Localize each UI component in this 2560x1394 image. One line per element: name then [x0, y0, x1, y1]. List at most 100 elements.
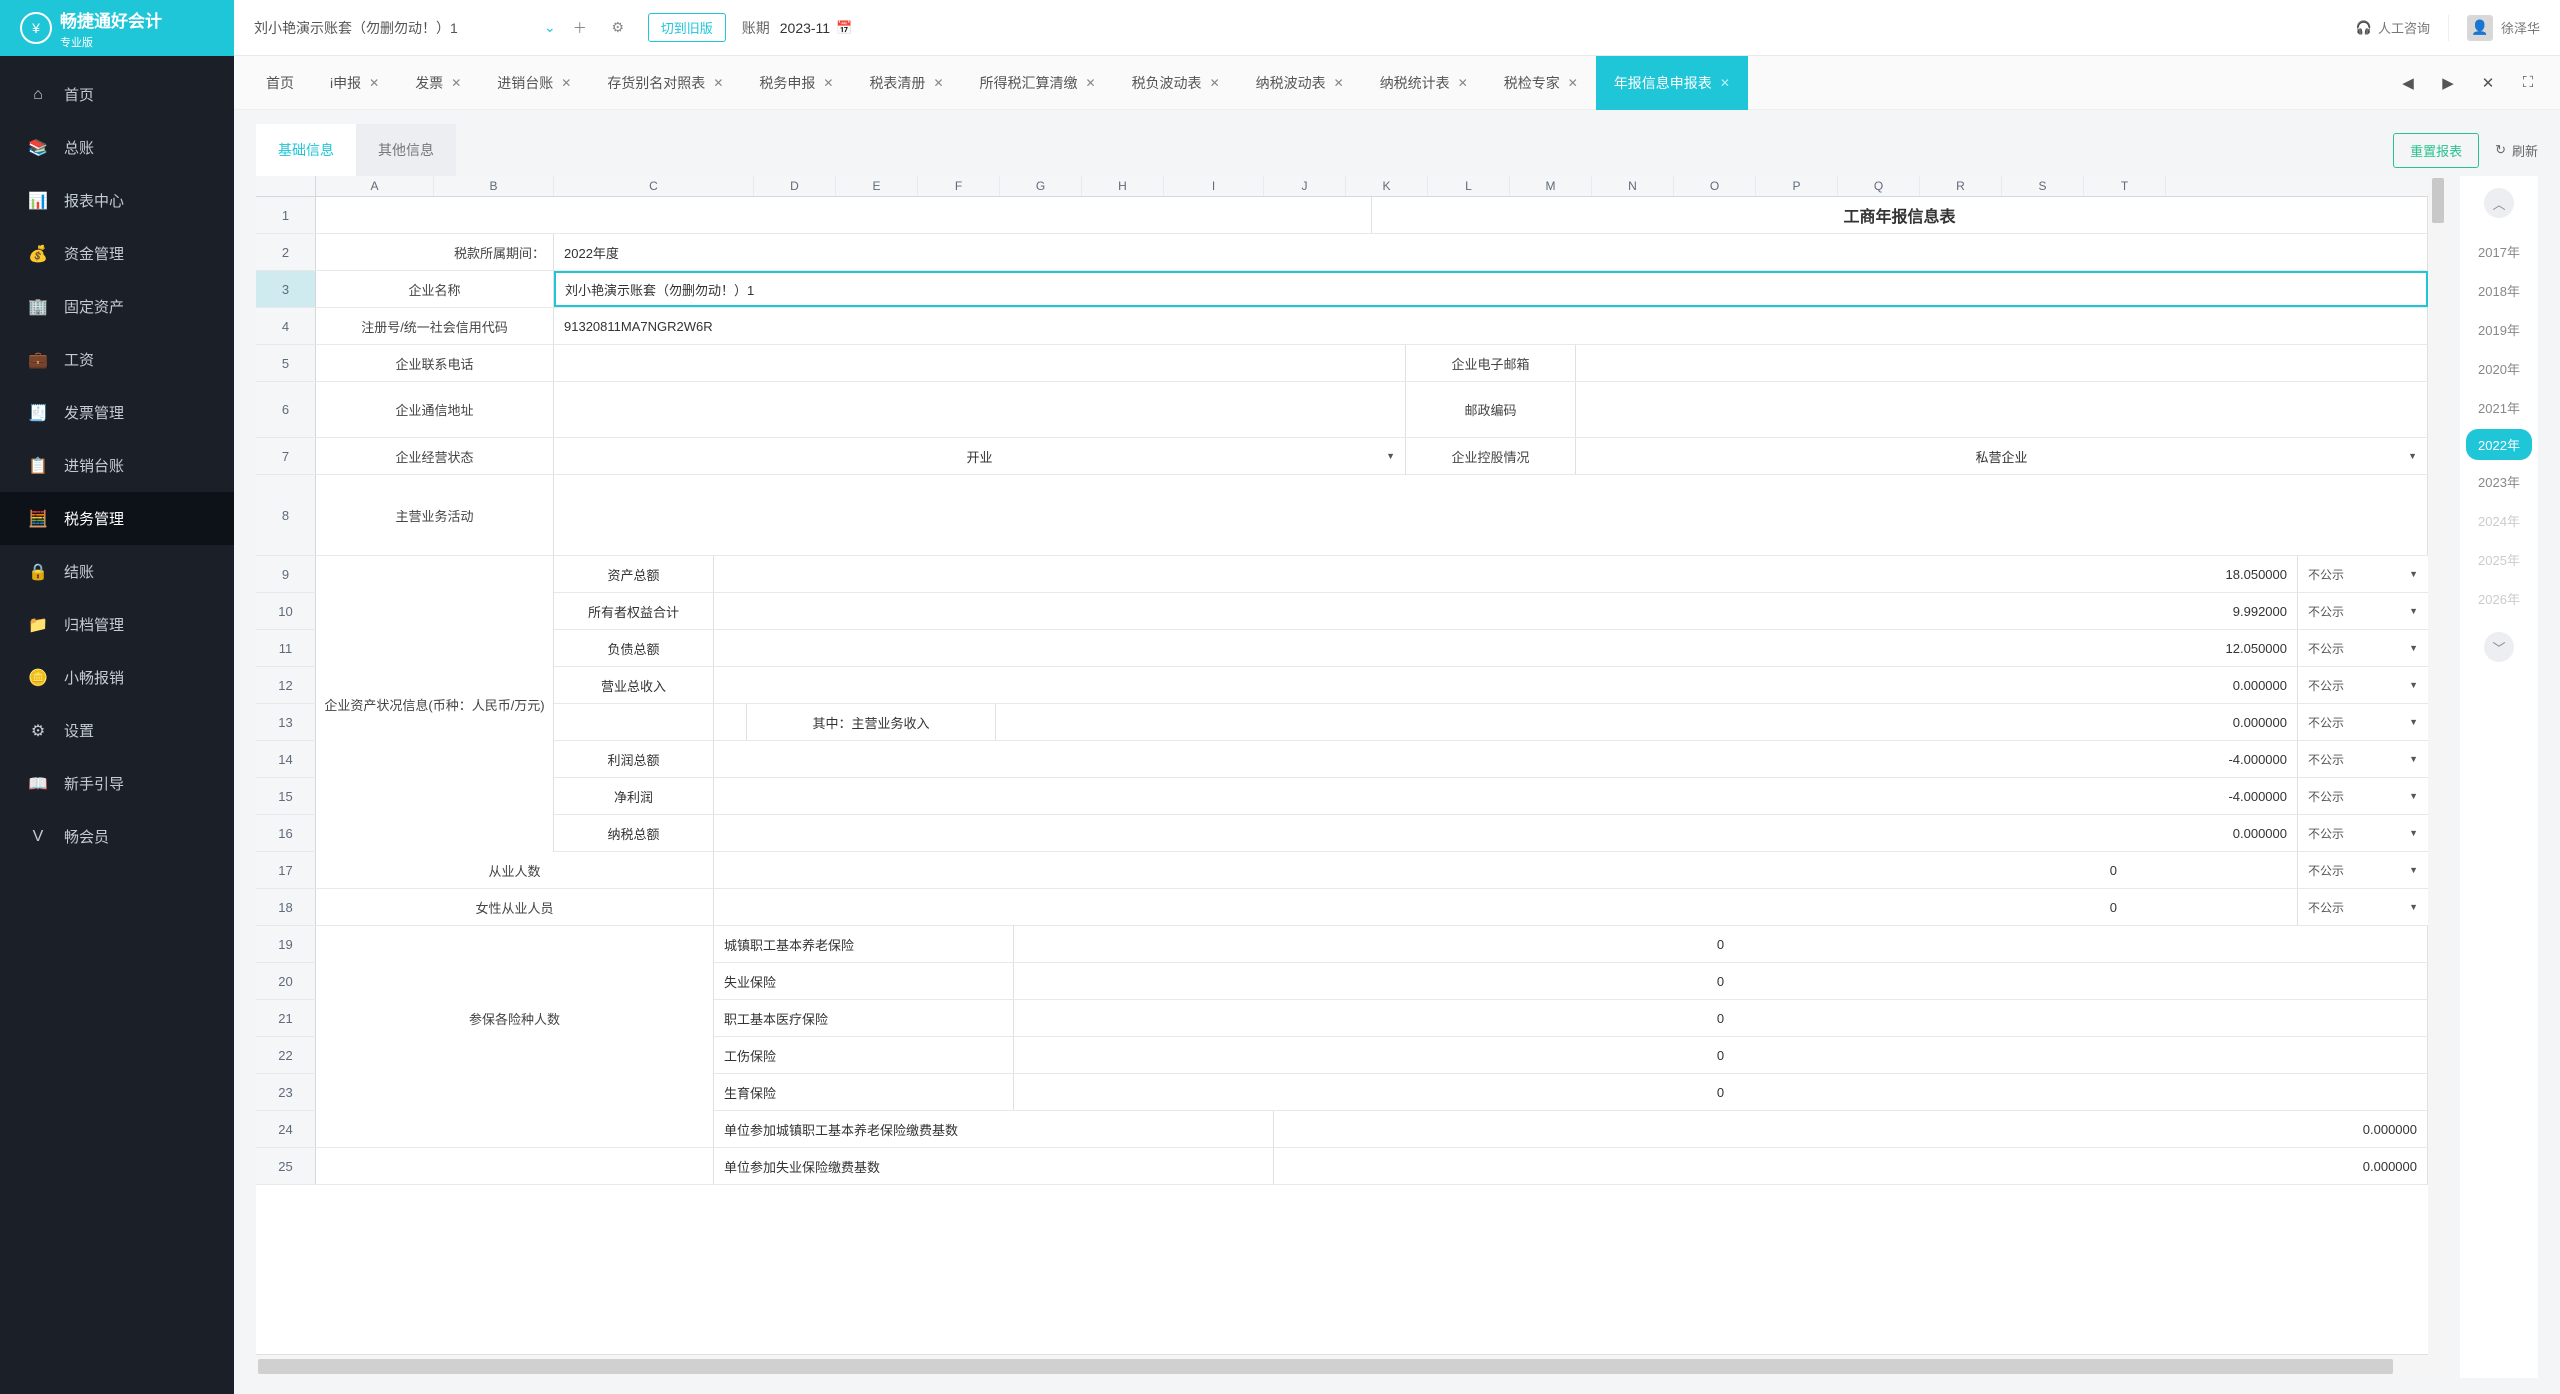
gear-icon[interactable]: ⚙: [604, 14, 632, 42]
switch-old-version-button[interactable]: 切到旧版: [648, 13, 726, 42]
row-number[interactable]: 22: [256, 1037, 316, 1073]
value-cell[interactable]: 0: [1014, 1000, 2428, 1036]
close-icon[interactable]: ✕: [1720, 76, 1730, 90]
sidebar-item[interactable]: 💰资金管理: [0, 227, 234, 280]
row-number[interactable]: 21: [256, 1000, 316, 1036]
row-number[interactable]: 12: [256, 667, 316, 703]
year-option[interactable]: 2023年: [2466, 464, 2532, 499]
row-number[interactable]: 15: [256, 778, 316, 814]
scrollbar-thumb[interactable]: [2432, 178, 2444, 223]
year-option[interactable]: 2020年: [2466, 351, 2532, 386]
column-header[interactable]: C: [554, 176, 754, 196]
row-number[interactable]: 6: [256, 382, 316, 437]
value-cell[interactable]: 18.050000: [714, 556, 2298, 592]
column-header[interactable]: M: [1510, 176, 1592, 196]
value-cell[interactable]: 0: [1014, 926, 2428, 962]
value-cell[interactable]: 0.000000: [714, 815, 2298, 851]
row-number[interactable]: 25: [256, 1148, 316, 1184]
holding-dropdown[interactable]: 私营企业▼: [1576, 438, 2428, 474]
close-icon[interactable]: ✕: [713, 76, 723, 90]
publicity-dropdown[interactable]: 不公示▼: [2298, 815, 2428, 851]
row-number[interactable]: 2: [256, 234, 316, 270]
column-header[interactable]: S: [2002, 176, 2084, 196]
value-cell[interactable]: 12.050000: [714, 630, 2298, 666]
tab[interactable]: 税务申报✕: [741, 56, 851, 110]
year-down-icon[interactable]: ﹀: [2484, 632, 2514, 662]
row-number[interactable]: 1: [256, 197, 316, 233]
account-selector[interactable]: 刘小艳演示账套（勿删勿动！）1: [254, 18, 534, 38]
year-option[interactable]: 2025年: [2466, 542, 2532, 577]
sidebar-item[interactable]: 📊报表中心: [0, 174, 234, 227]
row-number[interactable]: 24: [256, 1111, 316, 1147]
column-header[interactable]: H: [1082, 176, 1164, 196]
publicity-dropdown[interactable]: 不公示▼: [2298, 778, 2428, 814]
sidebar-item[interactable]: 🔒结账: [0, 545, 234, 598]
close-icon[interactable]: ✕: [369, 76, 379, 90]
close-icon[interactable]: ✕: [1210, 76, 1220, 90]
column-header[interactable]: P: [1756, 176, 1838, 196]
publicity-dropdown[interactable]: 不公示▼: [2298, 667, 2428, 703]
column-header[interactable]: I: [1164, 176, 1264, 196]
sidebar-item[interactable]: 🏢固定资产: [0, 280, 234, 333]
close-icon[interactable]: ✕: [933, 76, 943, 90]
row-number[interactable]: 10: [256, 593, 316, 629]
publicity-dropdown[interactable]: 不公示▼: [2298, 556, 2428, 592]
publicity-dropdown[interactable]: 不公示▼: [2298, 741, 2428, 777]
publicity-dropdown[interactable]: 不公示▼: [2298, 889, 2428, 925]
chevron-down-icon[interactable]: ⌄: [544, 19, 556, 36]
refresh-button[interactable]: ↻ 刷新: [2495, 141, 2538, 160]
tab-prev-icon[interactable]: ◀: [2388, 63, 2428, 103]
postcode-input[interactable]: [1576, 382, 2428, 437]
close-icon[interactable]: ✕: [1334, 76, 1344, 90]
row-number[interactable]: 8: [256, 475, 316, 555]
year-option[interactable]: 2026年: [2466, 581, 2532, 616]
sidebar-item[interactable]: 🧮税务管理: [0, 492, 234, 545]
year-option[interactable]: 2018年: [2466, 273, 2532, 308]
tab-next-icon[interactable]: ▶: [2428, 63, 2468, 103]
close-icon[interactable]: ✕: [451, 76, 461, 90]
main-business-input[interactable]: [554, 475, 2428, 555]
column-header[interactable]: O: [1674, 176, 1756, 196]
horizontal-scrollbar[interactable]: [256, 1354, 2428, 1378]
publicity-dropdown[interactable]: 不公示▼: [2298, 630, 2428, 666]
field-value[interactable]: 91320811MA7NGR2W6R: [554, 308, 2428, 344]
value-cell[interactable]: 0: [714, 852, 2298, 888]
value-cell[interactable]: 9.992000: [714, 593, 2298, 629]
row-number[interactable]: 23: [256, 1074, 316, 1110]
row-number[interactable]: 14: [256, 741, 316, 777]
row-number[interactable]: 4: [256, 308, 316, 344]
company-name-input[interactable]: 刘小艳演示账套（勿删勿动！）1: [554, 271, 2428, 307]
column-header[interactable]: E: [836, 176, 918, 196]
year-up-icon[interactable]: ︿: [2484, 188, 2514, 218]
column-header[interactable]: F: [918, 176, 1000, 196]
add-icon[interactable]: ＋: [566, 14, 594, 42]
address-input[interactable]: [554, 382, 1406, 437]
status-dropdown[interactable]: 开业▼: [554, 438, 1406, 474]
tab-basic-info[interactable]: 基础信息: [256, 124, 356, 176]
year-option[interactable]: 2019年: [2466, 312, 2532, 347]
value-cell[interactable]: 0.000000: [996, 704, 2298, 740]
column-header[interactable]: L: [1428, 176, 1510, 196]
tab[interactable]: 税负波动表✕: [1114, 56, 1238, 110]
column-header[interactable]: T: [2084, 176, 2166, 196]
sidebar-item[interactable]: 🪙小畅报销: [0, 651, 234, 704]
column-header[interactable]: B: [434, 176, 554, 196]
row-number[interactable]: 17: [256, 852, 316, 888]
tab[interactable]: 首页: [248, 56, 312, 110]
row-number[interactable]: 7: [256, 438, 316, 474]
email-input[interactable]: [1576, 345, 2428, 381]
sidebar-item[interactable]: V畅会员: [0, 810, 234, 863]
reset-report-button[interactable]: 重置报表: [2393, 133, 2479, 168]
column-header[interactable]: Q: [1838, 176, 1920, 196]
tab[interactable]: 纳税统计表✕: [1362, 56, 1486, 110]
row-number[interactable]: 9: [256, 556, 316, 592]
value-cell[interactable]: 0.000000: [1274, 1111, 2428, 1147]
value-cell[interactable]: -4.000000: [714, 741, 2298, 777]
row-number[interactable]: 18: [256, 889, 316, 925]
spreadsheet-grid[interactable]: 1工商年报信息表2税款所属期间：2022年度3企业名称刘小艳演示账套（勿删勿动！…: [256, 197, 2428, 1354]
value-cell[interactable]: 0: [1014, 963, 2428, 999]
publicity-dropdown[interactable]: 不公示▼: [2298, 593, 2428, 629]
column-header[interactable]: K: [1346, 176, 1428, 196]
sidebar-item[interactable]: ⚙设置: [0, 704, 234, 757]
value-cell[interactable]: -4.000000: [714, 778, 2298, 814]
